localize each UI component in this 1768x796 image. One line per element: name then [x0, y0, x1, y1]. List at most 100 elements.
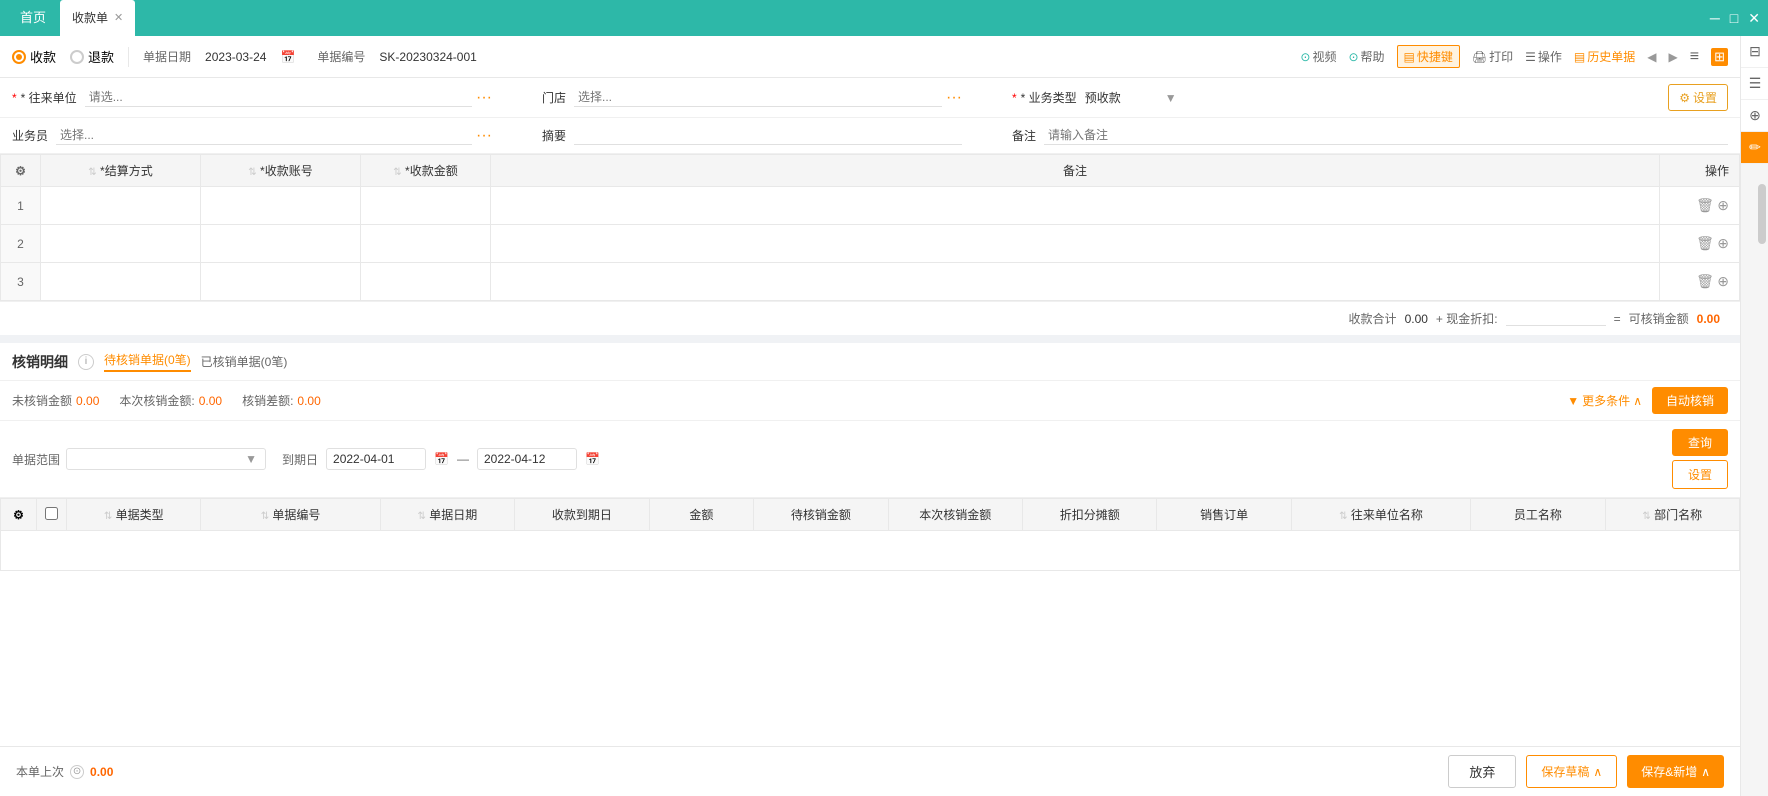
select-all-checkbox[interactable]	[45, 507, 58, 520]
row2-amount[interactable]	[361, 225, 491, 263]
list-view-icon[interactable]: ≡	[1690, 48, 1699, 66]
sidebar-list-icon[interactable]: ☰	[1741, 68, 1768, 100]
row1-delete[interactable]: 🗑	[1696, 197, 1714, 214]
discount-input[interactable]	[1506, 311, 1606, 326]
row1-account[interactable]	[201, 187, 361, 225]
row3-copy[interactable]: ⊕	[1717, 273, 1729, 290]
toolbar-operation[interactable]: ☰操作	[1525, 48, 1562, 65]
row3-delete[interactable]: 🗑	[1696, 273, 1714, 290]
more-filter-btn[interactable]: ▼更多条件∧	[1567, 392, 1642, 409]
calendar-to-icon[interactable]: 📅	[585, 452, 600, 466]
summary-label: 摘要	[542, 127, 566, 144]
row2-note[interactable]	[491, 225, 1660, 263]
row3-account[interactable]	[201, 263, 361, 301]
note-input[interactable]	[1044, 126, 1728, 145]
toolbar-shortcut[interactable]: ▤快捷键	[1397, 45, 1460, 68]
date-value: 2023-03-24	[205, 50, 266, 64]
settings-button[interactable]: ⚙ 设置	[1668, 84, 1728, 111]
counterparty-input[interactable]	[85, 88, 472, 107]
save-new-btn[interactable]: 保存&新增 ∧	[1627, 755, 1724, 788]
calendar-from-icon[interactable]: 📅	[434, 452, 449, 466]
btcol-counterparty: ⇅ 往来单位名称	[1291, 499, 1470, 531]
store-label: 门店	[542, 89, 566, 106]
radio-refund[interactable]: 退款	[70, 47, 114, 66]
btcol-discount: 折扣分摊额	[1023, 499, 1157, 531]
summary-input[interactable]	[574, 126, 962, 145]
row2-settlement[interactable]	[41, 225, 201, 263]
toolbar-print[interactable]: 🖨打印	[1472, 48, 1513, 65]
current-value: 0.00	[90, 765, 113, 779]
btcol-dept: ⇅ 部门名称	[1605, 499, 1739, 531]
row3-settlement[interactable]	[41, 263, 201, 301]
due-label: 到期日	[282, 451, 318, 468]
sidebar-link-icon[interactable]: ⊕	[1741, 100, 1768, 132]
tab-close-icon[interactable]: ✕	[114, 0, 123, 36]
nav-tab-home[interactable]: 首页	[8, 0, 58, 36]
row1-note[interactable]	[491, 187, 1660, 225]
toolbar-help[interactable]: ⊙帮助	[1348, 48, 1384, 65]
btcol-pending: 待核销金额	[754, 499, 888, 531]
btcol-settings[interactable]: ⚙	[1, 499, 37, 531]
grid-view-icon[interactable]: ⊞	[1711, 48, 1728, 66]
total-label: 收款合计	[1349, 310, 1397, 327]
tab-done[interactable]: 已核销单据(0笔)	[201, 353, 288, 370]
current-check-label: 本次核销金额:	[119, 392, 194, 409]
radio-receipt[interactable]: 收款	[12, 47, 56, 66]
toolbar-history[interactable]: ▤历史单据	[1574, 48, 1635, 65]
query-btn[interactable]: 查询	[1672, 429, 1728, 456]
abandon-btn[interactable]: 放弃	[1448, 755, 1516, 788]
verification-info-icon[interactable]: i	[78, 354, 94, 370]
staff-input[interactable]	[56, 126, 472, 145]
nav-tab-receipt[interactable]: 收款单 ✕	[60, 0, 135, 36]
filter-settings-btn[interactable]: 设置	[1672, 460, 1728, 489]
number-label: 单据编号	[317, 48, 365, 65]
sidebar-table-icon[interactable]: ⊟	[1741, 36, 1768, 68]
discount-label: + 现金折扣:	[1436, 310, 1498, 327]
row2-copy[interactable]: ⊕	[1717, 235, 1729, 252]
range-select[interactable]: ▼	[66, 448, 266, 470]
window-minimize[interactable]: ─	[1710, 10, 1720, 26]
radio-receipt-label: 收款	[30, 47, 56, 66]
business-type-arrow[interactable]: ▼	[1165, 91, 1177, 105]
auto-verify-btn[interactable]: 自动核销	[1652, 387, 1728, 414]
col-settlement: ⇅ *结算方式	[41, 155, 201, 187]
verification-title: 核销明细	[12, 352, 68, 372]
table-row: 3 🗑 ⊕	[1, 263, 1740, 301]
save-draft-btn[interactable]: 保存草稿 ∧	[1526, 755, 1617, 788]
btcol-number: ⇅ 单据编号	[201, 499, 380, 531]
window-maximize[interactable]: □	[1730, 10, 1738, 26]
row2-account[interactable]	[201, 225, 361, 263]
nav-prev-icon[interactable]: ◀	[1647, 50, 1656, 64]
store-input[interactable]	[574, 88, 942, 107]
unchecked-label: 未核销金额	[12, 392, 72, 409]
row1-amount[interactable]	[361, 187, 491, 225]
row1-settlement[interactable]	[41, 187, 201, 225]
staff-more[interactable]: ···	[476, 127, 492, 145]
store-more[interactable]: ···	[946, 89, 962, 107]
col-amount: ⇅ *收款金额	[361, 155, 491, 187]
col-note: 备注	[491, 155, 1660, 187]
calendar-icon[interactable]: 📅	[280, 50, 295, 64]
row3-amount[interactable]	[361, 263, 491, 301]
tab-pending[interactable]: 待核销单据(0笔)	[104, 351, 191, 372]
save-draft-arrow: ∧	[1593, 765, 1602, 779]
col-actions: 操作	[1660, 155, 1740, 187]
net-value: 0.00	[1697, 312, 1720, 326]
sidebar-edit-icon[interactable]: ✏	[1741, 132, 1768, 164]
counterparty-label: *	[12, 91, 17, 105]
date-from-input[interactable]	[326, 448, 426, 470]
row3-note[interactable]	[491, 263, 1660, 301]
nav-next-icon[interactable]: ▶	[1669, 50, 1678, 64]
counterparty-more[interactable]: ···	[476, 89, 492, 107]
date-to-input[interactable]	[477, 448, 577, 470]
settings-icon: ⚙	[1679, 91, 1690, 105]
col-settings[interactable]: ⚙	[1, 155, 41, 187]
row2-delete[interactable]: 🗑	[1696, 235, 1714, 252]
row1-copy[interactable]: ⊕	[1717, 197, 1729, 214]
toolbar-video[interactable]: ⊙视频	[1300, 48, 1336, 65]
net-label: 可核销金额	[1629, 310, 1689, 327]
current-info-icon[interactable]: ⊙	[70, 765, 84, 779]
window-close[interactable]: ✕	[1748, 10, 1760, 27]
diff-value: 0.00	[297, 394, 320, 408]
btcol-checkbox[interactable]	[37, 499, 67, 531]
